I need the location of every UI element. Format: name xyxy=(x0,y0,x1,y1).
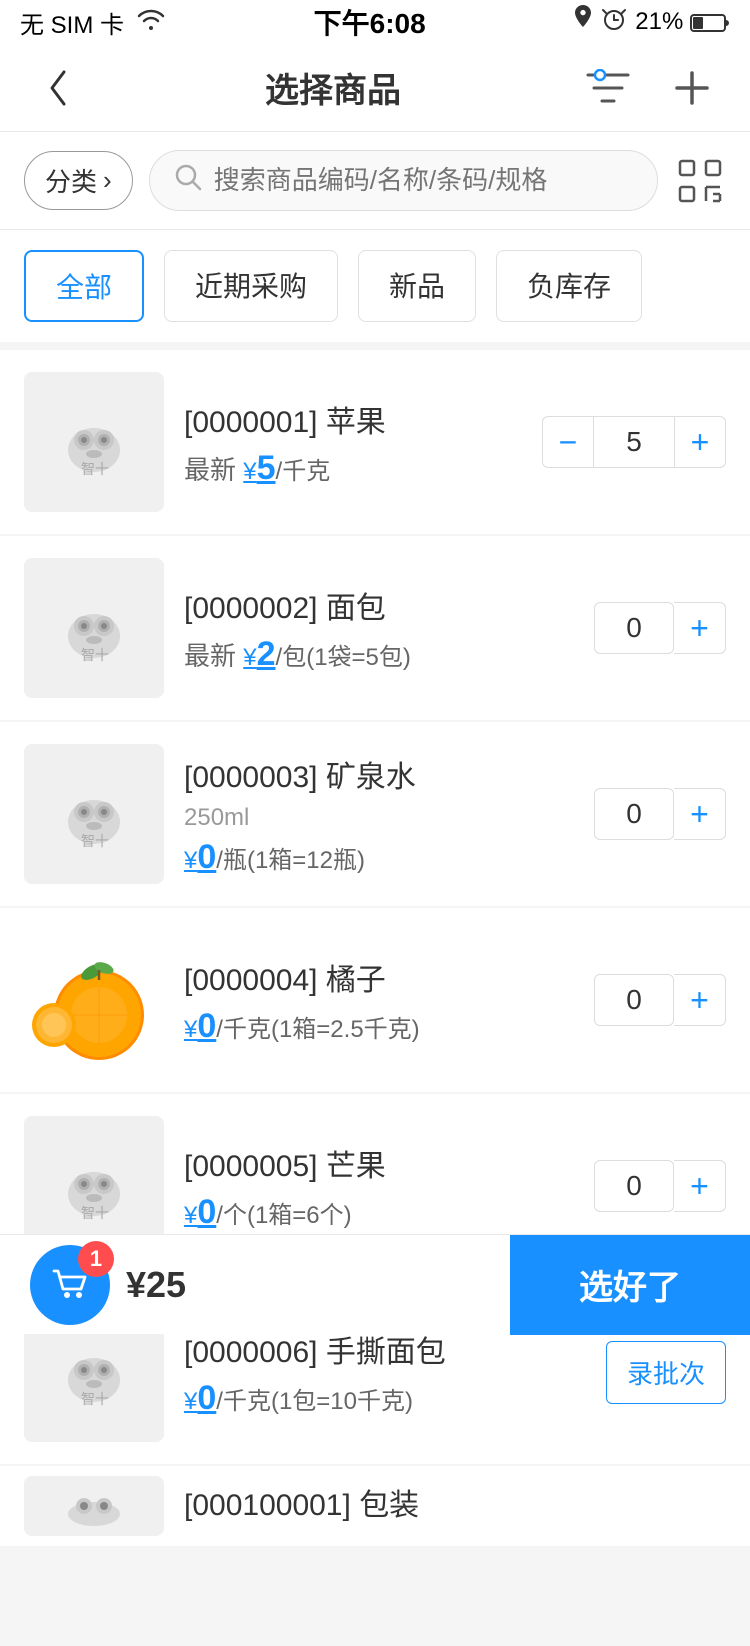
back-button[interactable] xyxy=(28,58,88,118)
status-left: 无 SIM 卡 xyxy=(20,5,166,40)
qty-plus-button[interactable]: + xyxy=(674,788,726,840)
bottom-bar: 1 ¥25 选好了 xyxy=(0,1234,750,1334)
category-chevron: › xyxy=(103,165,112,196)
product-info: [0000004] 橘子 ¥0/千克(1箱=2.5千克) xyxy=(184,955,574,1046)
product-spec: 250ml xyxy=(184,804,574,832)
svg-text:智十: 智十 xyxy=(81,1205,109,1221)
product-name: [0000003] 矿泉水 xyxy=(184,752,574,796)
product-info: [0000001] 苹果 最新 ¥5/千克 xyxy=(184,397,522,488)
qty-control: − + xyxy=(542,416,726,468)
svg-text:智十: 智十 xyxy=(81,647,109,663)
confirm-button[interactable]: 选好了 xyxy=(510,1235,750,1335)
tab-all[interactable]: 全部 xyxy=(24,250,144,322)
status-right: 21% xyxy=(573,5,730,40)
nav-actions xyxy=(578,58,722,118)
scan-button[interactable] xyxy=(674,155,726,207)
product-name-partial: [000100001] 包装 xyxy=(184,1480,726,1524)
product-name: [0000004] 橘子 xyxy=(184,955,574,999)
search-input[interactable] xyxy=(214,165,633,196)
page-title: 选择商品 xyxy=(265,63,401,112)
product-item: [0000004] 橘子 ¥0/千克(1箱=2.5千克) + xyxy=(0,908,750,1092)
tab-recent[interactable]: 近期采购 xyxy=(164,250,338,322)
status-bar: 无 SIM 卡 下午6:08 21% xyxy=(0,0,750,44)
product-image xyxy=(24,930,164,1070)
filter-tabs: 全部 近期采购 新品 负库存 xyxy=(0,230,750,350)
qty-plus-button[interactable]: + xyxy=(674,416,726,468)
search-area: 分类 › xyxy=(0,132,750,230)
product-price: ¥0/千克(1箱=2.5千克) xyxy=(184,1007,574,1046)
qty-plus-button[interactable]: + xyxy=(674,1160,726,1212)
product-item: 智十 [0000002] 面包 最新 ¥2/包(1袋=5包) + xyxy=(0,536,750,720)
qty-plus-button[interactable]: + xyxy=(674,974,726,1026)
category-button[interactable]: 分类 › xyxy=(24,151,133,210)
qty-input[interactable] xyxy=(594,416,674,468)
product-info: [0000002] 面包 最新 ¥2/包(1袋=5包) xyxy=(184,583,574,674)
product-list: 智十 [0000001] 苹果 最新 ¥5/千克 − + xyxy=(0,350,750,1546)
product-image: 智十 xyxy=(24,372,164,512)
qty-input[interactable] xyxy=(594,974,674,1026)
product-image: 智十 xyxy=(24,744,164,884)
carrier-text: 无 SIM 卡 xyxy=(20,5,124,40)
cart-badge: 1 xyxy=(78,1241,114,1277)
qty-control: + xyxy=(594,602,726,654)
status-time: 下午6:08 xyxy=(314,2,426,42)
product-image-partial xyxy=(24,1476,164,1536)
qty-plus-button[interactable]: + xyxy=(674,602,726,654)
product-price: 最新 ¥5/千克 xyxy=(184,449,522,488)
svg-text:智十: 智十 xyxy=(81,1391,109,1407)
product-name: [0000005] 芒果 xyxy=(184,1141,574,1185)
product-price: 最新 ¥2/包(1袋=5包) xyxy=(184,635,574,674)
qty-input[interactable] xyxy=(594,1160,674,1212)
battery-text: 21% xyxy=(635,8,730,36)
qty-control: + xyxy=(594,788,726,840)
location-icon xyxy=(573,5,593,40)
product-image: 智十 xyxy=(24,558,164,698)
product-info: [0000006] 手撕面包 ¥0/千克(1包=10千克) xyxy=(184,1327,586,1418)
product-name: [0000001] 苹果 xyxy=(184,397,522,441)
qty-minus-button[interactable]: − xyxy=(542,416,594,468)
product-price: ¥0/个(1箱=6个) xyxy=(184,1193,574,1232)
category-label: 分类 xyxy=(45,162,97,199)
svg-text:智十: 智十 xyxy=(81,833,109,849)
product-info: [0000005] 芒果 ¥0/个(1箱=6个) xyxy=(184,1141,574,1232)
nav-bar: 选择商品 xyxy=(0,44,750,132)
search-icon xyxy=(174,163,202,198)
product-item-partial: [000100001] 包装 xyxy=(0,1466,750,1546)
filter-icon-button[interactable] xyxy=(578,58,638,118)
product-price: ¥0/千克(1包=10千克) xyxy=(184,1379,586,1418)
tab-new[interactable]: 新品 xyxy=(358,250,476,322)
alarm-icon xyxy=(601,6,627,39)
add-button[interactable] xyxy=(662,58,722,118)
tab-negative-stock[interactable]: 负库存 xyxy=(496,250,642,322)
qty-input[interactable] xyxy=(594,788,674,840)
cart-total: ¥25 xyxy=(126,1264,186,1306)
product-item: 智十 [0000003] 矿泉水 250ml ¥0/瓶(1箱=12瓶) + xyxy=(0,722,750,906)
product-item: 智十 [0000001] 苹果 最新 ¥5/千克 − + xyxy=(0,350,750,534)
svg-text:智十: 智十 xyxy=(81,461,109,477)
product-price: ¥0/瓶(1箱=12瓶) xyxy=(184,838,574,877)
qty-control: + xyxy=(594,974,726,1026)
cart-icon-button[interactable]: 1 xyxy=(30,1245,110,1325)
qty-control: + xyxy=(594,1160,726,1212)
qty-input[interactable] xyxy=(594,602,674,654)
product-name: [0000002] 面包 xyxy=(184,583,574,627)
product-info: [0000003] 矿泉水 250ml ¥0/瓶(1箱=12瓶) xyxy=(184,752,574,877)
product-info-partial: [000100001] 包装 xyxy=(184,1480,726,1532)
wifi-icon xyxy=(136,8,166,37)
search-box[interactable] xyxy=(149,150,658,211)
record-batch-button[interactable]: 录批次 xyxy=(606,1341,726,1404)
cart-section: 1 ¥25 xyxy=(0,1245,510,1325)
